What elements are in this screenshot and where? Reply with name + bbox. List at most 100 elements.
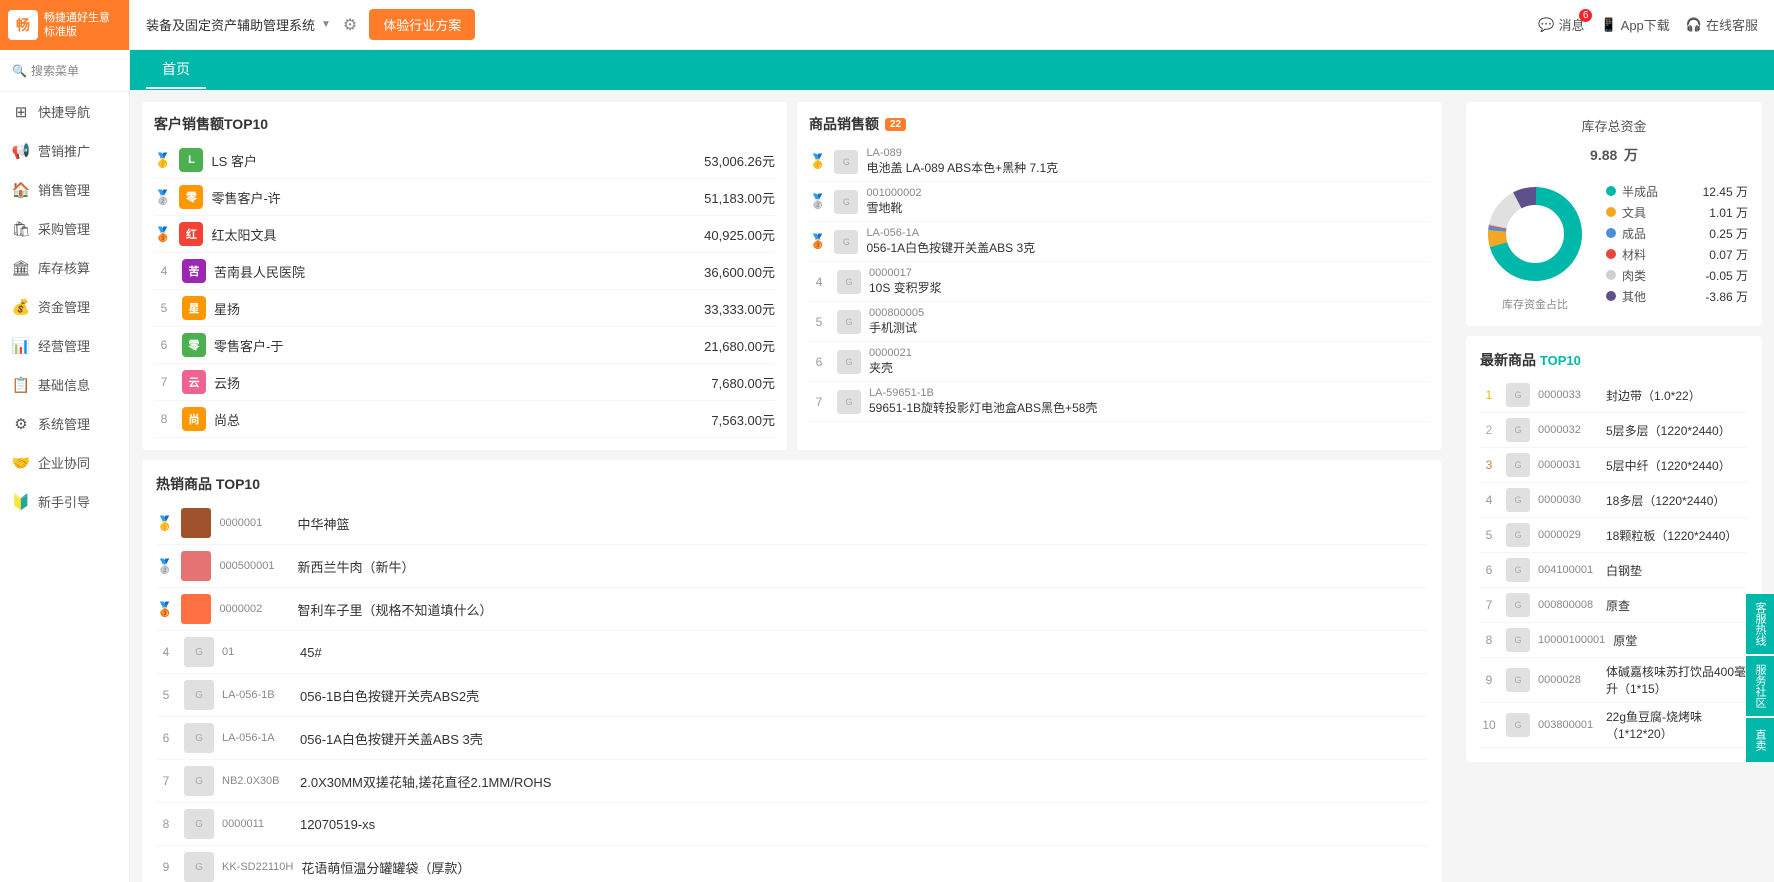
product-sales-panel: 商品销售额 22 🥇 G LA-089 电池盖 LA-089 ABS本色+黑种 … [797,102,1442,450]
sidebar-item-inventory[interactable]: 🏛库存核算 [0,248,129,287]
legend-name: 材料 [1622,246,1703,263]
nav-label-sales: 销售管理 [38,180,90,199]
rank-number: 9 [156,860,176,874]
latest-rank: 9 [1480,673,1498,687]
latest-rank: 8 [1480,633,1498,647]
sidebar-item-operation[interactable]: 📊经营管理 [0,326,129,365]
customer-ranking-title: 客户销售额TOP10 [154,114,775,134]
customer-avatar: 红 [179,222,203,246]
donut-container: 库存资金占比 半成品 12.45 万 文具 1.01 万 成品 0.25 万 材… [1480,179,1748,312]
legend-name: 成品 [1622,225,1703,242]
customer-avatar: 云 [182,370,206,394]
hot-product-item: 9 G KK-SD22110H 花语萌恒温分罐罐袋（厚款） [156,846,1428,882]
product-name: 59651-1B旋转投影灯电池盒ABS黑色+58壳 [869,399,1430,416]
product-sales-item: 🥈 G 001000002 雪地靴 [809,182,1430,222]
hot-product-name: 056-1A白色按键开关盖ABS 3壳 [300,729,1428,748]
customer-name: LS 客户 [211,151,696,170]
app-icon: 📱 [1600,17,1616,33]
legend-item: 文具 1.01 万 [1606,204,1748,221]
sidebar-search[interactable]: 🔍 搜索菜单 [0,50,129,92]
nav-label-enterprise: 企业协同 [38,453,90,472]
customer-ranking-panel: 客户销售额TOP10 🥇 L LS 客户 53,006.26元 🥈 零 零售客户… [142,102,787,450]
medal-icon: 🥉 [154,226,171,243]
hot-product-item: 7 G NB2.0X30B 2.0X30MM双搓花轴,搓花直径2.1MM/ROH… [156,760,1428,803]
product-code: LA-089 [866,147,1430,159]
dropdown-icon[interactable]: ▼ [321,19,331,30]
latest-product-item: 8 G 10000100001 原堂 [1480,623,1748,658]
sidebar-item-finance[interactable]: 💰资金管理 [0,287,129,326]
latest-name: 原查 [1606,597,1748,614]
legend-item: 成品 0.25 万 [1606,225,1748,242]
rank-number: 8 [154,412,174,426]
float-btn-service-community[interactable]: 服务社区 [1746,656,1774,716]
sidebar-item-enterprise[interactable]: 🤝企业协同 [0,443,129,482]
latest-rank: 10 [1480,718,1498,732]
product-icon: G [834,150,858,174]
product-thumbnail [181,508,211,538]
latest-product-icon: G [1506,523,1530,547]
hot-product-code: KK-SD22110H [222,861,293,873]
app-download-button[interactable]: 📱 App下载 [1600,15,1669,34]
sidebar-item-system[interactable]: ⚙系统管理 [0,404,129,443]
medal-icon: 🥉 [809,233,826,250]
sidebar-item-guide[interactable]: 🔰新手引导 [0,482,129,521]
latest-product-item: 10 G 003800001 22g鱼豆腐-烧烤味（1*12*20） [1480,703,1748,748]
sidebar-item-marketing[interactable]: 📢营销推广 [0,131,129,170]
product-sales-item: 5 G 000800005 手机测试 [809,302,1430,342]
legend-name: 其他 [1622,288,1699,305]
hot-products-panel: 热销商品 TOP10 🥇 0000001 中华神篮 🥈 000500001 新西… [142,460,1442,882]
inventory-legend: 半成品 12.45 万 文具 1.01 万 成品 0.25 万 材料 0.07 … [1606,183,1748,309]
online-service-button[interactable]: 🎧 在线客服 [1686,15,1758,34]
customer-amount: 51,183.00元 [704,188,775,207]
nav-label-basic: 基础信息 [38,375,90,394]
legend-dot [1606,291,1616,301]
sidebar-item-quick-nav[interactable]: ⊞快捷导航 [0,92,129,131]
legend-dot [1606,270,1616,280]
donut-chart: 库存资金占比 [1480,179,1590,312]
hot-product-code: 0000011 [222,818,292,830]
sidebar-item-basic[interactable]: 📋基础信息 [0,365,129,404]
legend-value: -3.86 万 [1705,288,1748,305]
product-code: 0000017 [869,267,1430,279]
settings-icon[interactable]: ⚙ [343,15,357,35]
message-button[interactable]: 💬 消息 6 [1538,15,1584,34]
product-name: 056-1A白色按键开关盖ABS 3克 [866,239,1430,256]
nav-icon-guide: 🔰 [12,493,30,511]
nav-label-purchase: 采购管理 [38,219,90,238]
float-btn-direct-sell[interactable]: 直卖 [1746,718,1774,762]
rank-number: 7 [154,375,174,389]
trial-button[interactable]: 体验行业方案 [369,9,475,40]
search-menu-button[interactable]: 🔍 搜索菜单 [8,58,121,83]
hot-product-item: 5 G LA-056-1B 056-1B白色按键开关壳ABS2壳 [156,674,1428,717]
product-sales-item: 7 G LA-59651-1B 59651-1B旋转投影灯电池盒ABS黑色+58… [809,382,1430,422]
latest-product-icon: G [1506,488,1530,512]
latest-code: 0000033 [1538,389,1598,401]
rank-number: 4 [809,275,829,289]
nav-home[interactable]: 首页 [146,51,206,89]
product-name: 10S 变积罗浆 [869,279,1430,296]
inventory-total-label: 库存总资金 [1480,116,1748,135]
customer-rank-item: 6 零 零售客户-于 21,680.00元 [154,327,775,364]
product-info: LA-056-1A 056-1A白色按键开关盖ABS 3克 [866,227,1430,256]
latest-product-item: 2 G 0000032 5层多层（1220*2440） [1480,413,1748,448]
latest-product-item: 7 G 000800008 原查 [1480,588,1748,623]
hot-product-name: 中华神篮 [297,514,1428,533]
rank-number: 4 [156,645,176,659]
hot-products-list: 🥇 0000001 中华神篮 🥈 000500001 新西兰牛肉（新牛） 🥉 0… [156,502,1428,882]
rank-number: 7 [809,395,829,409]
rank-number: 5 [809,315,829,329]
nav-icon-marketing: 📢 [12,142,30,160]
product-code: 001000002 [866,187,1430,199]
top-panels: 客户销售额TOP10 🥇 L LS 客户 53,006.26元 🥈 零 零售客户… [142,102,1442,450]
sidebar-item-sales[interactable]: 🏠销售管理 [0,170,129,209]
latest-name: 22g鱼豆腐-烧烤味（1*12*20） [1606,708,1748,742]
float-btn-customer-service[interactable]: 客服热线 [1746,594,1774,654]
sidebar-item-purchase[interactable]: 🛍采购管理 [0,209,129,248]
latest-code: 004100001 [1538,564,1598,576]
latest-name: 18多层（1220*2440） [1606,492,1748,509]
legend-dot [1606,207,1616,217]
latest-name: 体碱嘉核味苏打饮品400毫升（1*15） [1606,663,1748,697]
product-icon: G [837,310,861,334]
latest-product-item: 4 G 0000030 18多层（1220*2440） [1480,483,1748,518]
product-icon: G [837,270,861,294]
